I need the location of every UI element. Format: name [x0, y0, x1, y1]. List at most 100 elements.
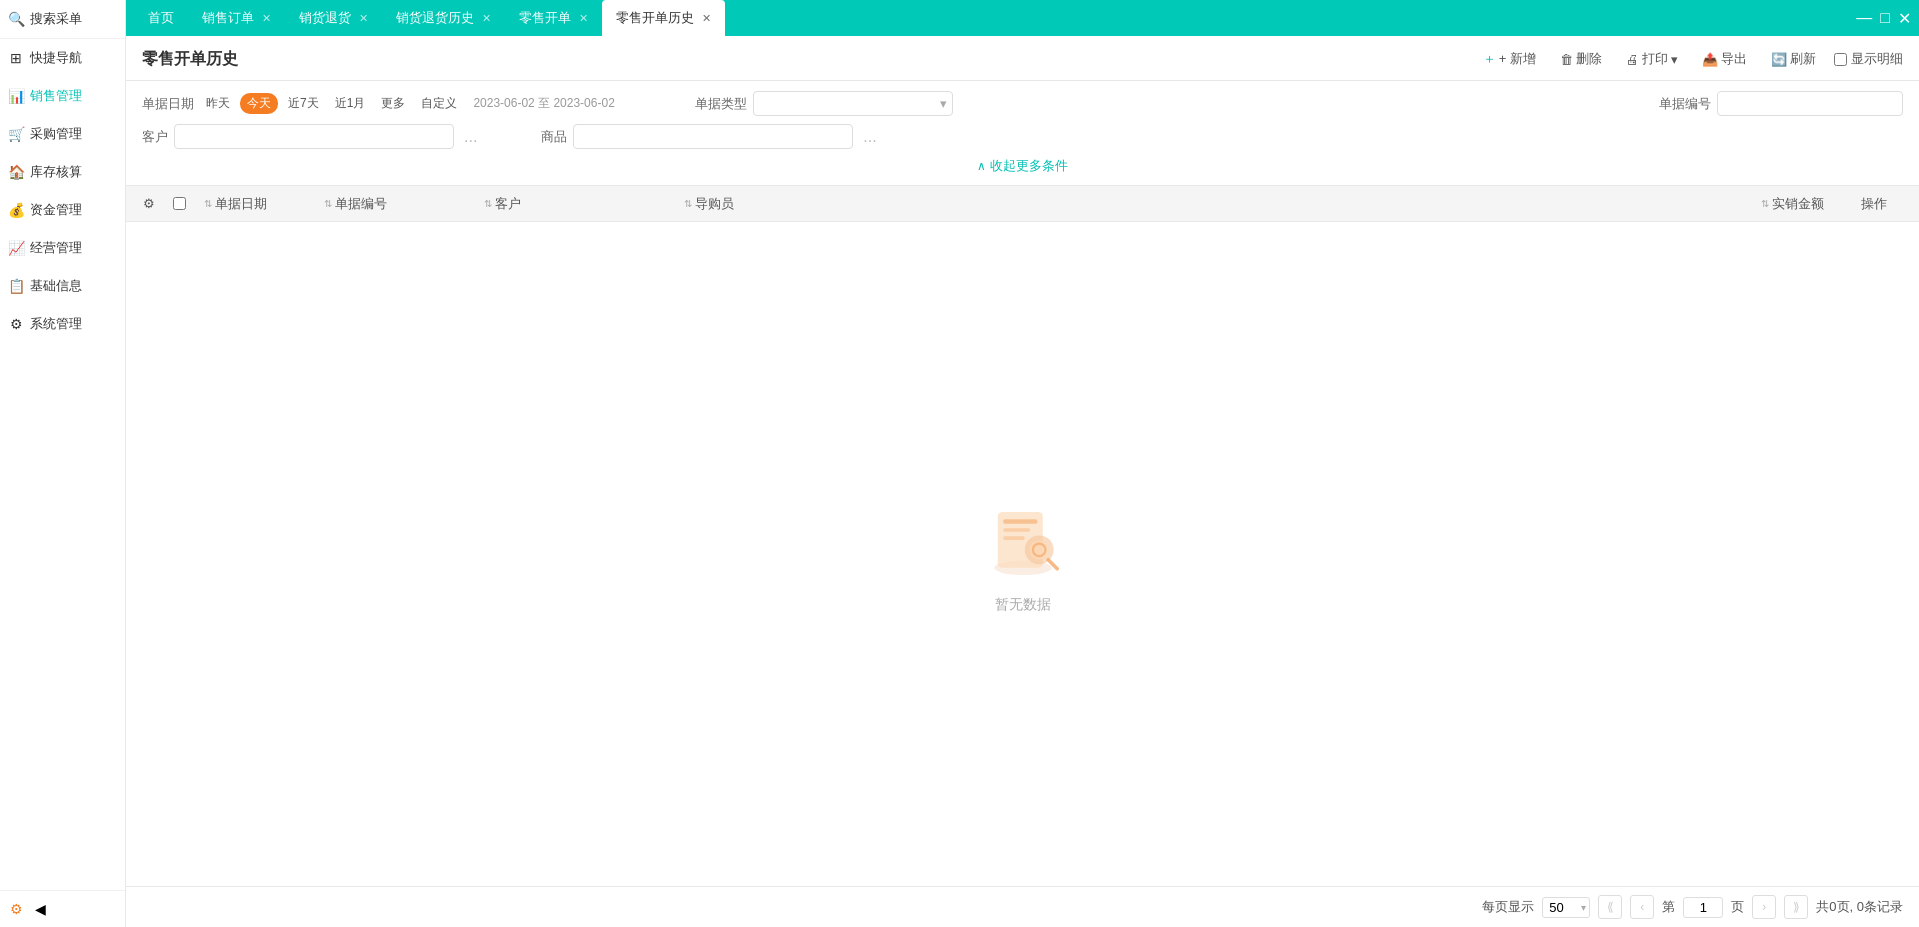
tab-sales-order-close[interactable]: ✕ [262, 12, 271, 25]
th-settings[interactable]: ⚙ [134, 188, 164, 219]
window-maximize-icon[interactable]: □ [1880, 9, 1890, 27]
page-prev-button[interactable]: ‹ [1630, 895, 1654, 919]
number-filter-input[interactable] [1717, 91, 1903, 116]
goods-filter-input[interactable] [573, 124, 853, 149]
collapse-filter-label: 收起更多条件 [990, 157, 1068, 175]
delete-icon: 🗑 [1560, 52, 1573, 67]
sidebar-footer: ⚙ ◀ [0, 890, 125, 927]
basic-info-icon: 📋 [8, 278, 24, 294]
date-btn-today[interactable]: 今天 [240, 93, 278, 114]
tab-retail-open[interactable]: 零售开单 ✕ [505, 0, 602, 36]
page-header: 零售开单历史 ＋ + 新增 🗑 删除 🖨 打印 ▾ 📤 导出 🔄 刷新 [126, 36, 1919, 81]
sort-number-icon[interactable]: ⇅ [324, 198, 332, 209]
print-button[interactable]: 🖨 打印 ▾ [1620, 46, 1684, 72]
sort-amount-icon[interactable]: ⇅ [1761, 198, 1769, 209]
tab-sales-return[interactable]: 销货退货 ✕ [285, 0, 382, 36]
sidebar-item-finance[interactable]: 💰 资金管理 [0, 191, 125, 229]
th-spacer [774, 196, 1751, 212]
date-filter-label: 单据日期 [142, 95, 194, 113]
empty-icon [978, 494, 1068, 584]
show-detail-checkbox[interactable] [1834, 53, 1847, 66]
page-label-2: 页 [1731, 898, 1744, 916]
add-button[interactable]: ＋ + 新增 [1477, 46, 1542, 72]
sales-mgmt-icon: 📊 [8, 88, 24, 104]
window-minimize-icon[interactable]: — [1856, 9, 1872, 27]
tab-bar: 首页 销售订单 ✕ 销货退货 ✕ 销货退货历史 ✕ 零售开单 ✕ 零售开单历史 … [126, 0, 1919, 36]
date-btn-1month[interactable]: 近1月 [329, 93, 372, 114]
date-btn-yesterday[interactable]: 昨天 [200, 93, 236, 114]
date-shortcuts: 昨天 今天 近7天 近1月 更多 自定义 [200, 93, 463, 114]
sidebar-item-sales-mgmt[interactable]: 📊 销售管理 [0, 77, 125, 115]
search-icon: 🔍 [8, 11, 24, 27]
date-btn-7days[interactable]: 近7天 [282, 93, 325, 114]
table-area: ⚙ ⇅ 单据日期 ⇅ 单据编号 ⇅ 客户 ⇅ 导购员 ⇅ [126, 186, 1919, 886]
sort-guide-icon[interactable]: ⇅ [684, 198, 692, 209]
sidebar-item-inventory[interactable]: 🏠 库存核算 [0, 153, 125, 191]
filter-area: 单据日期 昨天 今天 近7天 近1月 更多 自定义 2023-06-02 至 2… [126, 81, 1919, 186]
collapse-filter-button[interactable]: 收起更多条件 [977, 157, 1068, 175]
sidebar-item-purchase-mgmt[interactable]: 🛒 采购管理 [0, 115, 125, 153]
sidebar-item-basic-info[interactable]: 📋 基础信息 [0, 267, 125, 305]
tab-home[interactable]: 首页 [134, 0, 188, 36]
customer-filter-input[interactable] [174, 124, 454, 149]
tab-sales-return-history[interactable]: 销货退货历史 ✕ [382, 0, 505, 36]
page-first-button[interactable]: ⟪ [1598, 895, 1622, 919]
goods-filter-field: 商品 ... [541, 124, 880, 149]
page-size-label: 每页显示 [1482, 898, 1534, 916]
th-operation: 操作 [1851, 187, 1911, 221]
purchase-mgmt-icon: 🛒 [8, 126, 24, 142]
date-btn-custom[interactable]: 自定义 [415, 93, 463, 114]
delete-button[interactable]: 🗑 删除 [1554, 46, 1608, 72]
window-close-icon[interactable]: ✕ [1898, 9, 1911, 28]
page-next-button[interactable]: › [1752, 895, 1776, 919]
export-button[interactable]: 📤 导出 [1696, 46, 1753, 72]
export-icon: 📤 [1702, 52, 1718, 67]
settings-icon[interactable]: ⚙ [8, 901, 24, 917]
tab-retail-open-history-close[interactable]: ✕ [702, 12, 711, 25]
refresh-icon: 🔄 [1771, 52, 1787, 67]
sys-mgmt-icon: ⚙ [8, 316, 24, 332]
collapse-sidebar-icon[interactable]: ◀ [32, 901, 48, 917]
date-btn-more[interactable]: 更多 [375, 93, 411, 114]
page-last-button[interactable]: ⟫ [1784, 895, 1808, 919]
tab-retail-open-history[interactable]: 零售开单历史 ✕ [602, 0, 725, 36]
th-number: ⇅ 单据编号 [314, 187, 474, 221]
print-dropdown-icon: ▾ [1671, 52, 1678, 67]
operations-icon: 📈 [8, 240, 24, 256]
th-guide: ⇅ 导购员 [674, 187, 774, 221]
type-select[interactable] [753, 91, 953, 116]
inventory-icon: 🏠 [8, 164, 24, 180]
th-date: ⇅ 单据日期 [194, 187, 314, 221]
sidebar: 🔍 搜索采单 ⊞ 快捷导航 📊 销售管理 🛒 采购管理 🏠 库存核算 💰 资金管… [0, 0, 126, 927]
refresh-button[interactable]: 🔄 刷新 [1765, 46, 1822, 72]
customer-filter-label: 客户 [142, 128, 168, 146]
sidebar-search[interactable]: 🔍 搜索采单 [0, 0, 125, 39]
tab-sales-return-close[interactable]: ✕ [359, 12, 368, 25]
th-checkbox[interactable] [164, 189, 194, 218]
sidebar-item-operations[interactable]: 📈 经营管理 [0, 229, 125, 267]
sidebar-item-quick-nav[interactable]: ⊞ 快捷导航 [0, 39, 125, 77]
show-detail-checkbox-wrap[interactable]: 显示明细 [1834, 50, 1903, 68]
tab-sales-order[interactable]: 销售订单 ✕ [188, 0, 285, 36]
page-number-input[interactable] [1683, 897, 1723, 918]
tab-sales-return-history-close[interactable]: ✕ [482, 12, 491, 25]
sort-client-icon[interactable]: ⇅ [484, 198, 492, 209]
goods-filter-more[interactable]: ... [859, 128, 880, 146]
toolbar: ＋ + 新增 🗑 删除 🖨 打印 ▾ 📤 导出 🔄 刷新 [1477, 46, 1903, 72]
pagination: 每页显示 50 10 20 100 ⟪ ‹ 第 页 › ⟫ 共0页, 0条记录 [126, 886, 1919, 927]
finance-icon: 💰 [8, 202, 24, 218]
print-icon: 🖨 [1626, 52, 1639, 67]
customer-filter-more[interactable]: ... [460, 128, 481, 146]
date-range-text: 2023-06-02 至 2023-06-02 [473, 95, 614, 112]
page-size-select[interactable]: 50 10 20 100 [1542, 897, 1590, 918]
goods-filter-label: 商品 [541, 128, 567, 146]
sidebar-item-sys-mgmt[interactable]: ⚙ 系统管理 [0, 305, 125, 343]
table-header: ⚙ ⇅ 单据日期 ⇅ 单据编号 ⇅ 客户 ⇅ 导购员 ⇅ [126, 186, 1919, 222]
quick-nav-icon: ⊞ [8, 50, 24, 66]
type-filter-field: 单据类型 [695, 91, 953, 116]
select-all-checkbox[interactable] [173, 197, 186, 210]
tab-bar-actions: — □ ✕ [1856, 9, 1911, 28]
svg-rect-2 [1003, 519, 1037, 524]
tab-retail-open-close[interactable]: ✕ [579, 12, 588, 25]
sort-date-icon[interactable]: ⇅ [204, 198, 212, 209]
